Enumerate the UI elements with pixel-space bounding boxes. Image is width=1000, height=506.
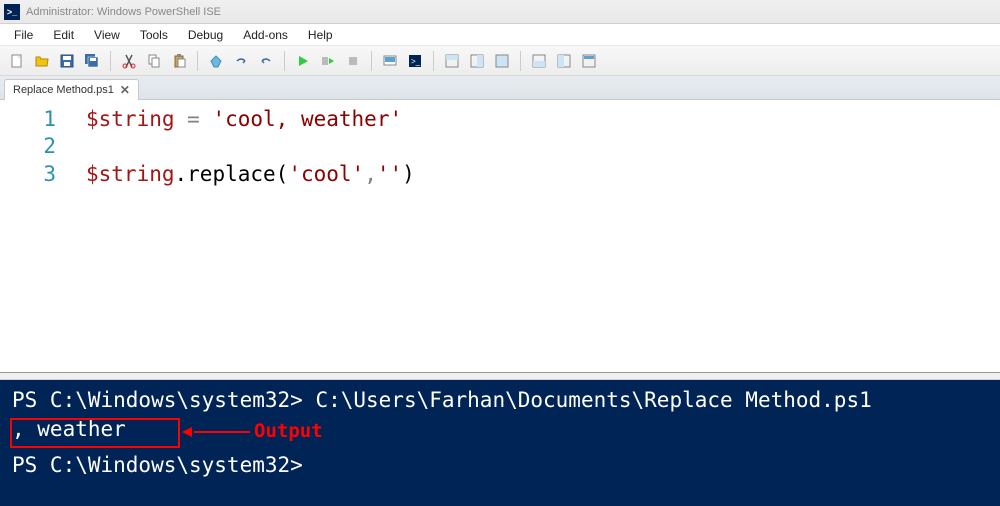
paste-icon[interactable]: [168, 50, 190, 72]
separator: [371, 51, 372, 71]
console-prompt-line: PS C:\Windows\system32>: [12, 451, 988, 480]
copy-icon[interactable]: [143, 50, 165, 72]
save-all-icon[interactable]: [81, 50, 103, 72]
separator: [197, 51, 198, 71]
console-line-1: PS C:\Windows\system32> C:\Users\Farhan\…: [12, 386, 988, 415]
menu-help[interactable]: Help: [298, 25, 343, 45]
svg-text:>_: >_: [411, 57, 421, 66]
code-line-2: [86, 133, 1000, 160]
line-number: 2: [0, 133, 56, 160]
separator: [520, 51, 521, 71]
prompt: PS C:\Windows\system32>: [12, 388, 315, 412]
show-command-icon[interactable]: [528, 50, 550, 72]
menu-debug[interactable]: Debug: [178, 25, 233, 45]
new-file-icon[interactable]: [6, 50, 28, 72]
comma-token: ,: [364, 162, 377, 186]
redo-icon[interactable]: [255, 50, 277, 72]
menu-file[interactable]: File: [4, 25, 43, 45]
menu-view[interactable]: View: [84, 25, 130, 45]
show-command-addon-icon[interactable]: [553, 50, 575, 72]
show-toolbar-icon[interactable]: [578, 50, 600, 72]
powershell-tab-icon[interactable]: >_: [404, 50, 426, 72]
paren-token: (: [276, 162, 289, 186]
save-icon[interactable]: [56, 50, 78, 72]
title-bar: >_ Administrator: Windows PowerShell ISE: [0, 0, 1000, 24]
code-area[interactable]: $string = 'cool, weather' $string.replac…: [68, 100, 1000, 372]
line-number: 3: [0, 161, 56, 188]
pane-splitter[interactable]: [0, 372, 1000, 380]
close-tab-icon[interactable]: ✕: [120, 83, 130, 97]
menu-bar: File Edit View Tools Debug Add-ons Help: [0, 24, 1000, 46]
string-token: 'cool, weather': [212, 107, 402, 131]
clear-icon[interactable]: [205, 50, 227, 72]
string-token: 'cool': [288, 162, 364, 186]
tab-replace-method[interactable]: Replace Method.ps1 ✕: [4, 79, 139, 100]
show-script-icon[interactable]: [441, 50, 463, 72]
cut-icon[interactable]: [118, 50, 140, 72]
variable-token: $string: [86, 162, 175, 186]
string-token: '': [377, 162, 402, 186]
new-remote-icon[interactable]: [379, 50, 401, 72]
variable-token: $string: [86, 107, 175, 131]
tab-label: Replace Method.ps1: [13, 84, 114, 96]
separator: [284, 51, 285, 71]
show-script-right-icon[interactable]: [466, 50, 488, 72]
menu-addons[interactable]: Add-ons: [233, 25, 298, 45]
line-number: 1: [0, 106, 56, 133]
separator: [433, 51, 434, 71]
undo-icon[interactable]: [230, 50, 252, 72]
method-token: .replace: [175, 162, 276, 186]
line-gutter: 1 2 3: [0, 100, 68, 372]
console-pane[interactable]: PS C:\Windows\system32> C:\Users\Farhan\…: [0, 380, 1000, 506]
code-line-1: $string = 'cool, weather': [86, 106, 1000, 133]
run-script-icon[interactable]: [292, 50, 314, 72]
show-script-max-icon[interactable]: [491, 50, 513, 72]
paren-token: ): [402, 162, 415, 186]
code-line-3: $string.replace('cool',''): [86, 161, 1000, 188]
toolbar: >_: [0, 46, 1000, 76]
command-text: C:\Users\Farhan\Documents\Replace Method…: [315, 388, 871, 412]
menu-tools[interactable]: Tools: [130, 25, 178, 45]
tab-row: Replace Method.ps1 ✕: [0, 76, 1000, 100]
editor-pane[interactable]: 1 2 3 $string = 'cool, weather' $string.…: [0, 100, 1000, 372]
window-title: Administrator: Windows PowerShell ISE: [26, 6, 221, 18]
stop-icon[interactable]: [342, 50, 364, 72]
run-selection-icon[interactable]: [317, 50, 339, 72]
console-output: , weather: [12, 415, 988, 444]
operator-token: =: [175, 107, 213, 131]
app-icon: >_: [4, 4, 20, 20]
menu-edit[interactable]: Edit: [43, 25, 84, 45]
separator: [110, 51, 111, 71]
annotation-label: Output: [254, 418, 323, 445]
open-file-icon[interactable]: [31, 50, 53, 72]
